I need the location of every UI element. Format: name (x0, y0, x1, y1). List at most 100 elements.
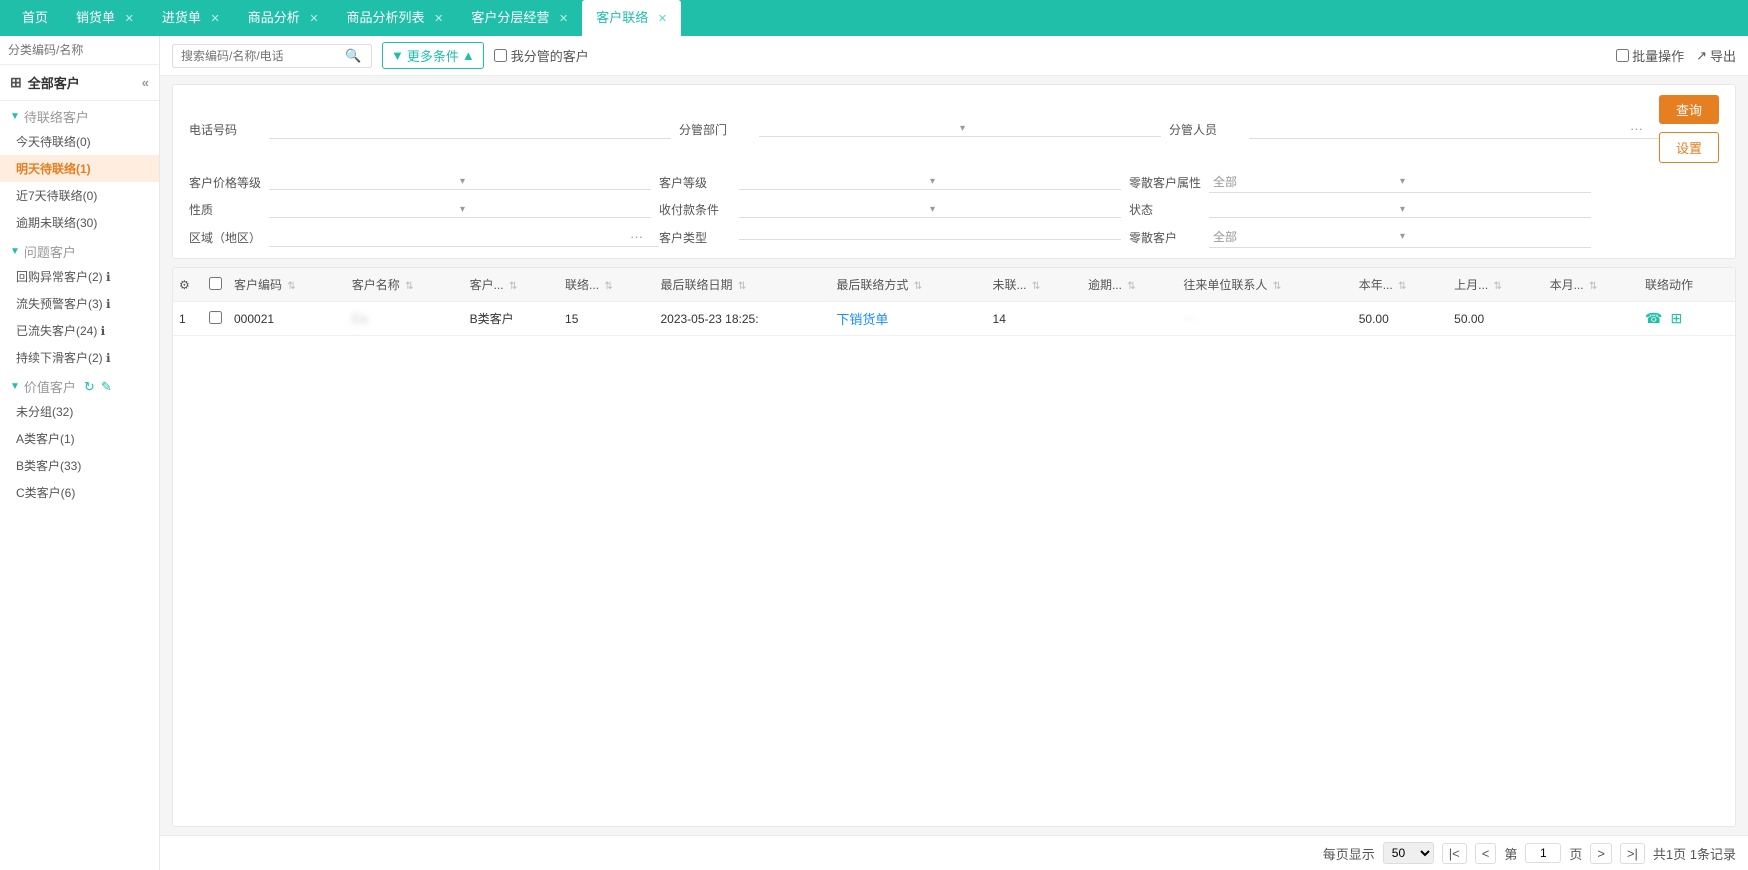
sort-icon-lastmethod: ⇅ (914, 281, 922, 292)
th-checkbox[interactable] (203, 268, 228, 302)
main-layout: 🔍 ⊞ 全部客户 « ▼ 待联络客户 今天待联络(0) 明天待联络(1) 近7天… (0, 36, 1748, 870)
sidebar-all-customers[interactable]: ⊞ 全部客户 « (0, 65, 159, 101)
sidebar-item-b-class[interactable]: B类客户(33) (0, 452, 159, 479)
tri-icon-3: ▼ (10, 381, 20, 392)
my-customer-filter[interactable]: 我分管的客户 (494, 46, 589, 65)
th-overdue[interactable]: 逾期... ⇅ (1082, 268, 1177, 302)
nav-analysis-close[interactable]: ✕ (309, 13, 318, 25)
th-uncontact[interactable]: 未联... ⇅ (987, 268, 1082, 302)
nav-customer-tier[interactable]: 客户分层经营 ✕ (457, 0, 582, 36)
nav-purchase-close[interactable]: ✕ (210, 13, 219, 25)
sidebar-item-abnormal[interactable]: 回购异常客户(2) ℹ (0, 263, 159, 290)
adv-region-input[interactable]: ··· (269, 227, 659, 247)
row-lastmethod-link[interactable]: 下销货单 (836, 312, 888, 327)
page-input[interactable] (1525, 843, 1561, 863)
sidebar-item-declining[interactable]: 持续下滑客户(2) ℹ (0, 344, 159, 371)
refresh-icon[interactable]: ↻ (84, 379, 95, 395)
nav-sale[interactable]: 销货单 ✕ (62, 0, 148, 36)
adv-phone-input[interactable] (269, 120, 671, 139)
adv-custtype-select[interactable] (739, 235, 1121, 240)
my-customer-checkbox[interactable] (494, 49, 507, 62)
th-lastmethod[interactable]: 最后联络方式 ⇅ (830, 268, 986, 302)
adv-dept-select[interactable]: ▾ (759, 121, 1161, 137)
nav-customer-contact-close[interactable]: ✕ (658, 13, 667, 25)
table-row: 1 000021 Ea B类客户 15 2023-05-23 18:25: 下销… (173, 302, 1735, 336)
th-code[interactable]: 客户编码 ⇅ (228, 268, 346, 302)
batch-checkbox[interactable] (1616, 49, 1629, 62)
nav-purchase[interactable]: 进货单 ✕ (148, 0, 234, 36)
adv-scatter-attr-chev: ▾ (1400, 176, 1587, 187)
data-table-container: ⚙ 客户编码 ⇅ 客户名称 ⇅ 客户... ⇅ 联络... ⇅ 最后联络日期 ⇅… (172, 267, 1736, 827)
filter-search-icon[interactable]: 🔍 (345, 48, 361, 64)
th-lastdate[interactable]: 最后联络日期 ⇅ (654, 268, 830, 302)
sidebar-item-ungroup[interactable]: 未分组(32) (0, 398, 159, 425)
th-unitcontact[interactable]: 往来单位联系人 ⇅ (1177, 268, 1352, 302)
row-name: Ea (346, 302, 464, 336)
sidebar-item-c-class[interactable]: C类客户(6) (0, 479, 159, 506)
row-action-buttons: ☎ ⊞ (1645, 310, 1729, 327)
nav-customer-tier-close[interactable]: ✕ (559, 13, 568, 25)
batch-operation-btn[interactable]: 批量操作 (1616, 46, 1684, 65)
row-contacts: 15 (559, 302, 654, 336)
adv-pricegrade-field: 客户价格等级 ▾ (189, 174, 659, 191)
adv-pricegrade-select[interactable]: ▾ (269, 174, 651, 190)
settings-btn[interactable]: 设置 (1659, 132, 1719, 163)
adv-grade-select[interactable]: ▾ (739, 174, 1121, 190)
row-checkbox-cell[interactable] (203, 302, 228, 336)
th-type[interactable]: 客户... ⇅ (464, 268, 559, 302)
next-page-btn[interactable]: > (1590, 843, 1612, 864)
adv-manager-dots[interactable]: ··· (1249, 119, 1659, 139)
th-thismonth[interactable]: 本月... ⇅ (1544, 268, 1639, 302)
nav-analysis-table[interactable]: 商品分析列表 ✕ (333, 0, 458, 36)
nav-analysis[interactable]: 商品分析 ✕ (234, 0, 333, 36)
sidebar-search-bar: 🔍 (0, 36, 159, 65)
adv-manager-label: 分管人员 (1169, 121, 1249, 138)
collapse-icon[interactable]: « (142, 75, 149, 90)
sidebar-item-tomorrow[interactable]: 明天待联络(1) (0, 155, 159, 182)
sidebar-item-lost[interactable]: 已流失客户(24) ℹ (0, 317, 159, 344)
row-checkbox[interactable] (209, 311, 222, 324)
last-page-btn[interactable]: >| (1620, 843, 1645, 864)
nav-customer-contact[interactable]: 客户联络 ✕ (582, 0, 681, 36)
sidebar-search-input[interactable] (8, 43, 160, 57)
adv-scatter-attr-val: 全部 (1213, 173, 1400, 190)
edit-icon[interactable]: ✎ (101, 379, 112, 395)
nav-home[interactable]: 首页 (8, 0, 62, 36)
filter-more-btn[interactable]: ▼ 更多条件 ▲ (382, 42, 484, 69)
first-page-btn[interactable]: |< (1442, 843, 1467, 864)
sort-icon-unitcontact: ⇅ (1273, 281, 1281, 292)
adv-action-col: 查询 设置 (1659, 95, 1719, 163)
query-btn[interactable]: 查询 (1659, 95, 1719, 124)
action-phone-icon[interactable]: ☎ (1645, 310, 1662, 327)
th-contacts[interactable]: 联络... ⇅ (559, 268, 654, 302)
select-all-checkbox[interactable] (209, 277, 222, 290)
adv-manager-more[interactable]: ··· (1626, 121, 1647, 136)
per-page-select[interactable]: 50 100 200 (1383, 842, 1434, 864)
sidebar-item-a-class[interactable]: A类客户(1) (0, 425, 159, 452)
adv-scatter-attr-select[interactable]: 全部 ▾ (1209, 171, 1591, 193)
prev-page-btn[interactable]: < (1475, 843, 1497, 864)
action-more-icon[interactable]: ⊞ (1670, 310, 1682, 327)
adv-scatter-select[interactable]: 全部 ▾ (1209, 226, 1591, 248)
sidebar-item-lostwarning[interactable]: 流失预警客户(3) ℹ (0, 290, 159, 317)
nav-analysis-table-close[interactable]: ✕ (434, 13, 443, 25)
adv-custtype-label: 客户类型 (659, 229, 739, 246)
filter-icon: ▼ (391, 48, 404, 63)
adv-nature-select[interactable]: ▾ (269, 202, 651, 218)
adv-payment-select[interactable]: ▾ (739, 202, 1121, 218)
th-lastmonth[interactable]: 上月... ⇅ (1448, 268, 1543, 302)
sidebar-item-7days[interactable]: 近7天待联络(0) (0, 182, 159, 209)
sidebar-item-overdue[interactable]: 逾期未联络(30) (0, 209, 159, 236)
adv-scatter-val: 全部 (1213, 228, 1400, 245)
th-thisyear[interactable]: 本年... ⇅ (1353, 268, 1448, 302)
page-suffix: 页 (1569, 844, 1582, 863)
adv-status-select[interactable]: ▾ (1209, 202, 1591, 218)
filter-search-input[interactable] (181, 49, 341, 63)
th-name[interactable]: 客户名称 ⇅ (346, 268, 464, 302)
nav-sale-close[interactable]: ✕ (125, 13, 134, 25)
export-btn[interactable]: ↗ 导出 (1696, 46, 1736, 65)
table-header-row: ⚙ 客户编码 ⇅ 客户名称 ⇅ 客户... ⇅ 联络... ⇅ 最后联络日期 ⇅… (173, 268, 1735, 302)
sidebar-item-today[interactable]: 今天待联络(0) (0, 128, 159, 155)
adv-region-more[interactable]: ··· (626, 229, 647, 244)
th-gear[interactable]: ⚙ (173, 268, 203, 302)
